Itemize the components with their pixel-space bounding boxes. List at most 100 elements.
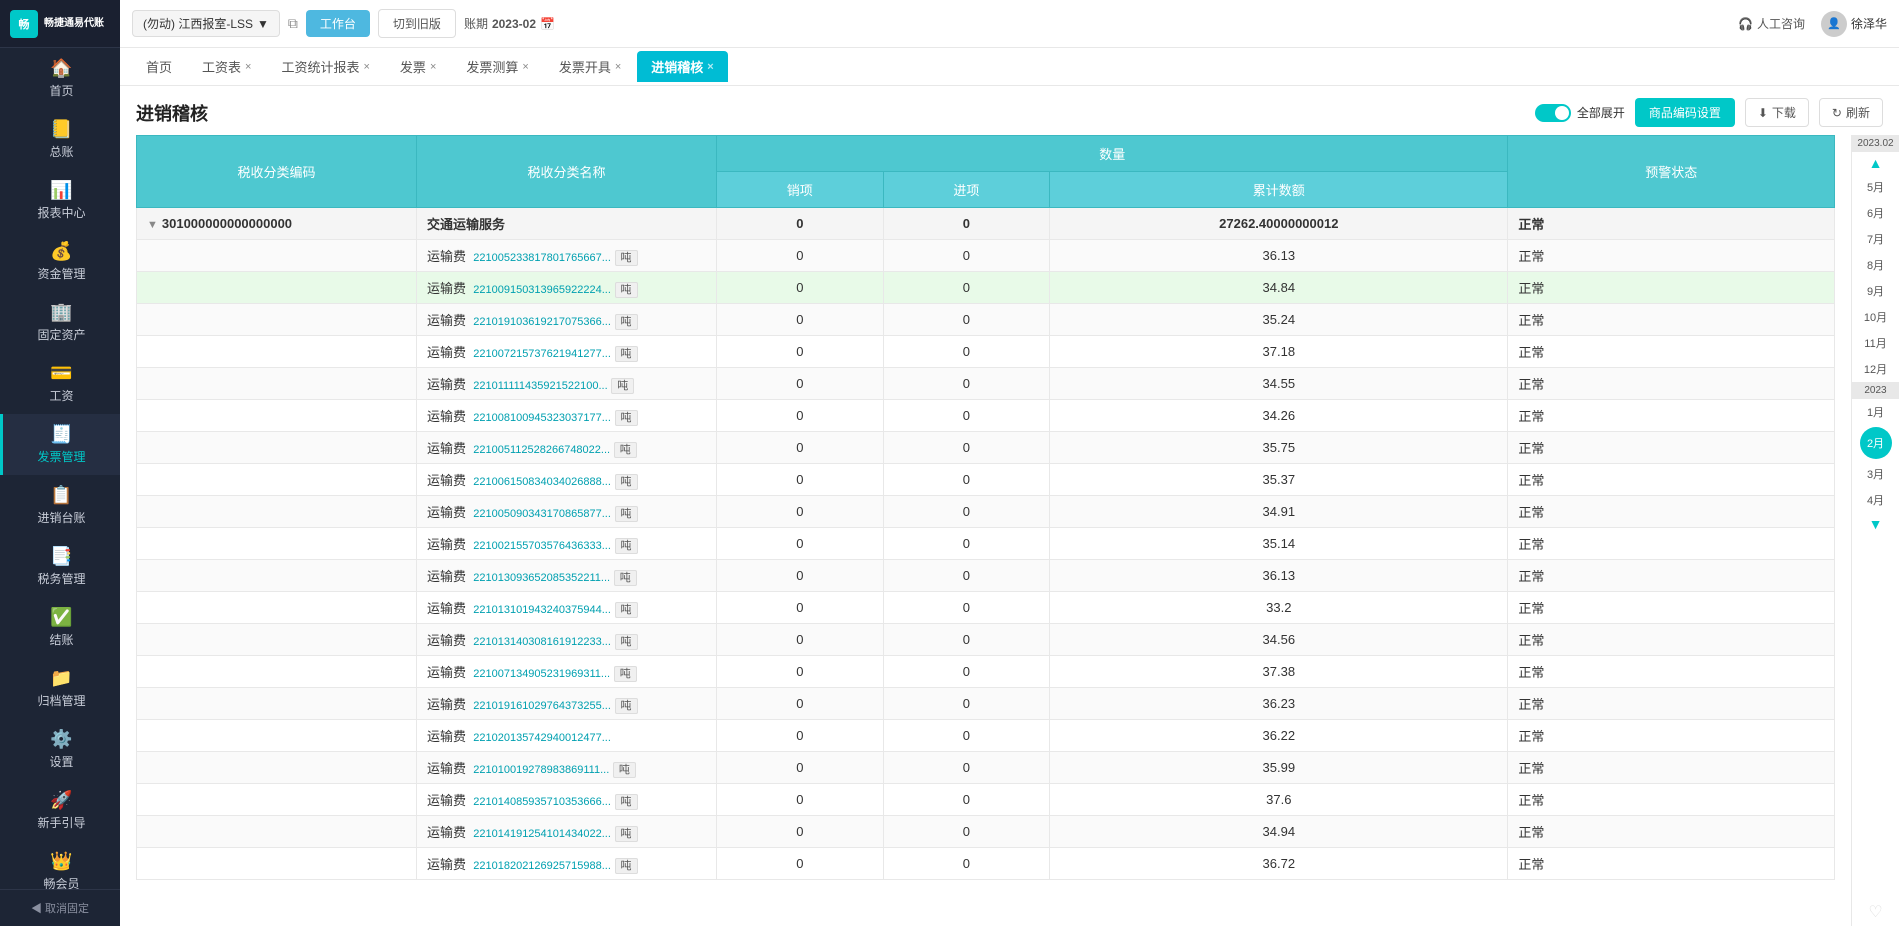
toggle-all-switch[interactable] [1535,104,1571,122]
table-wrapper[interactable]: 税收分类编码 税收分类名称 数量 预警状态 销项 进项 累计数额 [120,135,1851,926]
row-name: 运输费 [427,857,466,872]
sidebar-item-label: 归档管理 [37,692,85,709]
invoice-number[interactable]: 221013093652085352211... [473,572,610,584]
invoice-number[interactable]: 221006150834034026888... [473,476,611,488]
cal-month-8[interactable]: 8月 [1852,252,1899,278]
cal-month-4[interactable]: 4月 [1852,487,1899,513]
sidebar-item-member[interactable]: 👑 畅会员 [0,841,120,889]
cell-sales: 0 [717,304,884,336]
invoice-number[interactable]: 221007134905231969311... [473,668,610,680]
tab-reconciliation[interactable]: 进销稽核 × [637,51,727,82]
unit-badge: 吨 [615,410,638,426]
sidebar-item-assets[interactable]: 🏢 固定资产 [0,292,120,353]
invoice-number[interactable]: 221014191254101434022... [473,828,611,840]
invoice-number[interactable]: 221013101943240375944... [473,604,611,616]
cal-month-5[interactable]: 5月 [1852,174,1899,200]
cal-month-2-active[interactable]: 2月 [1860,427,1892,459]
tab-close-icon[interactable]: × [245,61,251,73]
cell-sales: 0 [717,272,884,304]
cell-cumulative: 35.99 [1050,752,1508,784]
sidebar-item-home[interactable]: 🏠 首页 [0,48,120,109]
download-button[interactable]: ⬇ 下载 [1745,98,1809,127]
invoice-number[interactable]: 221002155703576436333... [473,540,611,552]
cell-tax-name: 运输费 221002155703576436333... 吨 [417,528,717,560]
sidebar-item-label: 新手引导 [37,814,85,831]
cell-tax-name: 运输费 221005090343170865877... 吨 [417,496,717,528]
tab-salary-stats[interactable]: 工资统计报表 × [267,51,383,82]
user-menu[interactable]: 👤 徐泽华 [1821,11,1887,37]
tab-invoice-open[interactable]: 发票开具 × [545,51,635,82]
tax-icon: 📑 [50,546,72,567]
table-row: 运输费 221006150834034026888... 吨0035.37正常 [137,464,1835,496]
invoice-number[interactable]: 221019161029764373255... [473,700,611,712]
sidebar-item-archive[interactable]: 📁 归档管理 [0,658,120,719]
sidebar-item-tax[interactable]: 📑 税务管理 [0,536,120,597]
invoice-number[interactable]: 221010019278983869111... [473,764,609,776]
row-name: 运输费 [427,473,466,488]
col-header-tax-code: 税收分类编码 [137,136,417,208]
sidebar-item-salary[interactable]: 💳 工资 [0,353,120,414]
invoice-number[interactable]: 221009150313965922224... [473,284,611,296]
cal-month-9[interactable]: 9月 [1852,278,1899,304]
tab-close-icon[interactable]: × [363,61,369,73]
invoice-number[interactable]: 221007215737621941277... [473,348,611,360]
invoice-number[interactable]: 221005233817801765667... [473,252,611,264]
sidebar-item-funds[interactable]: 💰 资金管理 [0,231,120,292]
copy-icon[interactable]: ⧉ [288,15,298,32]
tab-close-icon[interactable]: × [430,61,436,73]
cell-sales: 0 [717,400,884,432]
unit-badge: 吨 [614,666,637,682]
tab-invoice[interactable]: 发票 × [386,51,450,82]
cal-scroll-down[interactable]: ▼ [1852,513,1899,535]
unit-badge: 吨 [615,250,638,266]
sidebar-item-reports[interactable]: 📊 报表中心 [0,170,120,231]
unit-badge: 吨 [615,826,638,842]
cell-tax-name: 运输费 221010019278983869111... 吨 [417,752,717,784]
sku-settings-button[interactable]: 商品编码设置 [1635,98,1735,127]
sidebar-unpin[interactable]: ◀ 取消固定 [0,889,120,926]
sidebar-item-invoice[interactable]: 🧾 发票管理 [0,414,120,475]
sidebar-item-label: 固定资产 [37,326,85,343]
cal-favorite-icon[interactable]: ♡ [1852,898,1899,926]
support-link[interactable]: 🎧 人工咨询 [1738,15,1805,32]
invoice-number[interactable]: 221019103619217075366... [473,316,611,328]
invoice-number[interactable]: 221018202126925715988... [473,860,611,872]
tab-salary-table[interactable]: 工资表 × [188,51,265,82]
sidebar-item-ledger[interactable]: 📒 总账 [0,109,120,170]
cal-month-3[interactable]: 3月 [1852,461,1899,487]
cal-month-6[interactable]: 6月 [1852,200,1899,226]
switch-button[interactable]: 切到旧版 [378,9,456,38]
tab-close-icon[interactable]: × [615,61,621,73]
company-name: (勿动) 江西报室-LSS [143,15,253,32]
cal-month-11[interactable]: 11月 [1852,330,1899,356]
invoice-number[interactable]: 221011111435921522100... [473,380,607,392]
tab-invoice-calc[interactable]: 发票测算 × [452,51,542,82]
invoice-number[interactable]: 221013140308161912233... [473,636,611,648]
invoice-number[interactable]: 221005112528266748022... [473,444,610,456]
sidebar-item-settlement[interactable]: ✅ 结账 [0,597,120,658]
row-name: 运输费 [427,409,466,424]
invoice-number[interactable]: 221020135742940012477... [473,732,611,744]
unit-badge: 吨 [611,378,634,394]
sidebar-item-purchase[interactable]: 📋 进销台账 [0,475,120,536]
cal-month-7[interactable]: 7月 [1852,226,1899,252]
invoice-number[interactable]: 221014085935710353666... [473,796,611,808]
cell-tax-code [137,624,417,656]
tab-home[interactable]: 首页 [132,51,186,82]
company-selector[interactable]: (勿动) 江西报室-LSS ▼ [132,10,280,37]
invoice-number[interactable]: 221005090343170865877... [473,508,611,520]
refresh-button[interactable]: ↻ 刷新 [1819,98,1883,127]
invoice-number[interactable]: 221008100945323037177... [473,412,611,424]
cal-month-10[interactable]: 10月 [1852,304,1899,330]
calendar-icon[interactable]: 📅 [540,17,555,31]
cal-month-12[interactable]: 12月 [1852,356,1899,382]
cell-purchase: 0 [883,272,1050,304]
sidebar-item-settings[interactable]: ⚙️ 设置 [0,719,120,780]
sidebar-item-guide[interactable]: 🚀 新手引导 [0,780,120,841]
expand-icon[interactable]: ▼ [147,219,158,231]
tab-close-icon[interactable]: × [522,61,528,73]
workbench-button[interactable]: 工作台 [306,10,370,37]
tab-close-icon[interactable]: × [707,61,713,73]
cal-month-1[interactable]: 1月 [1852,399,1899,425]
cal-scroll-up[interactable]: ▲ [1852,152,1899,174]
